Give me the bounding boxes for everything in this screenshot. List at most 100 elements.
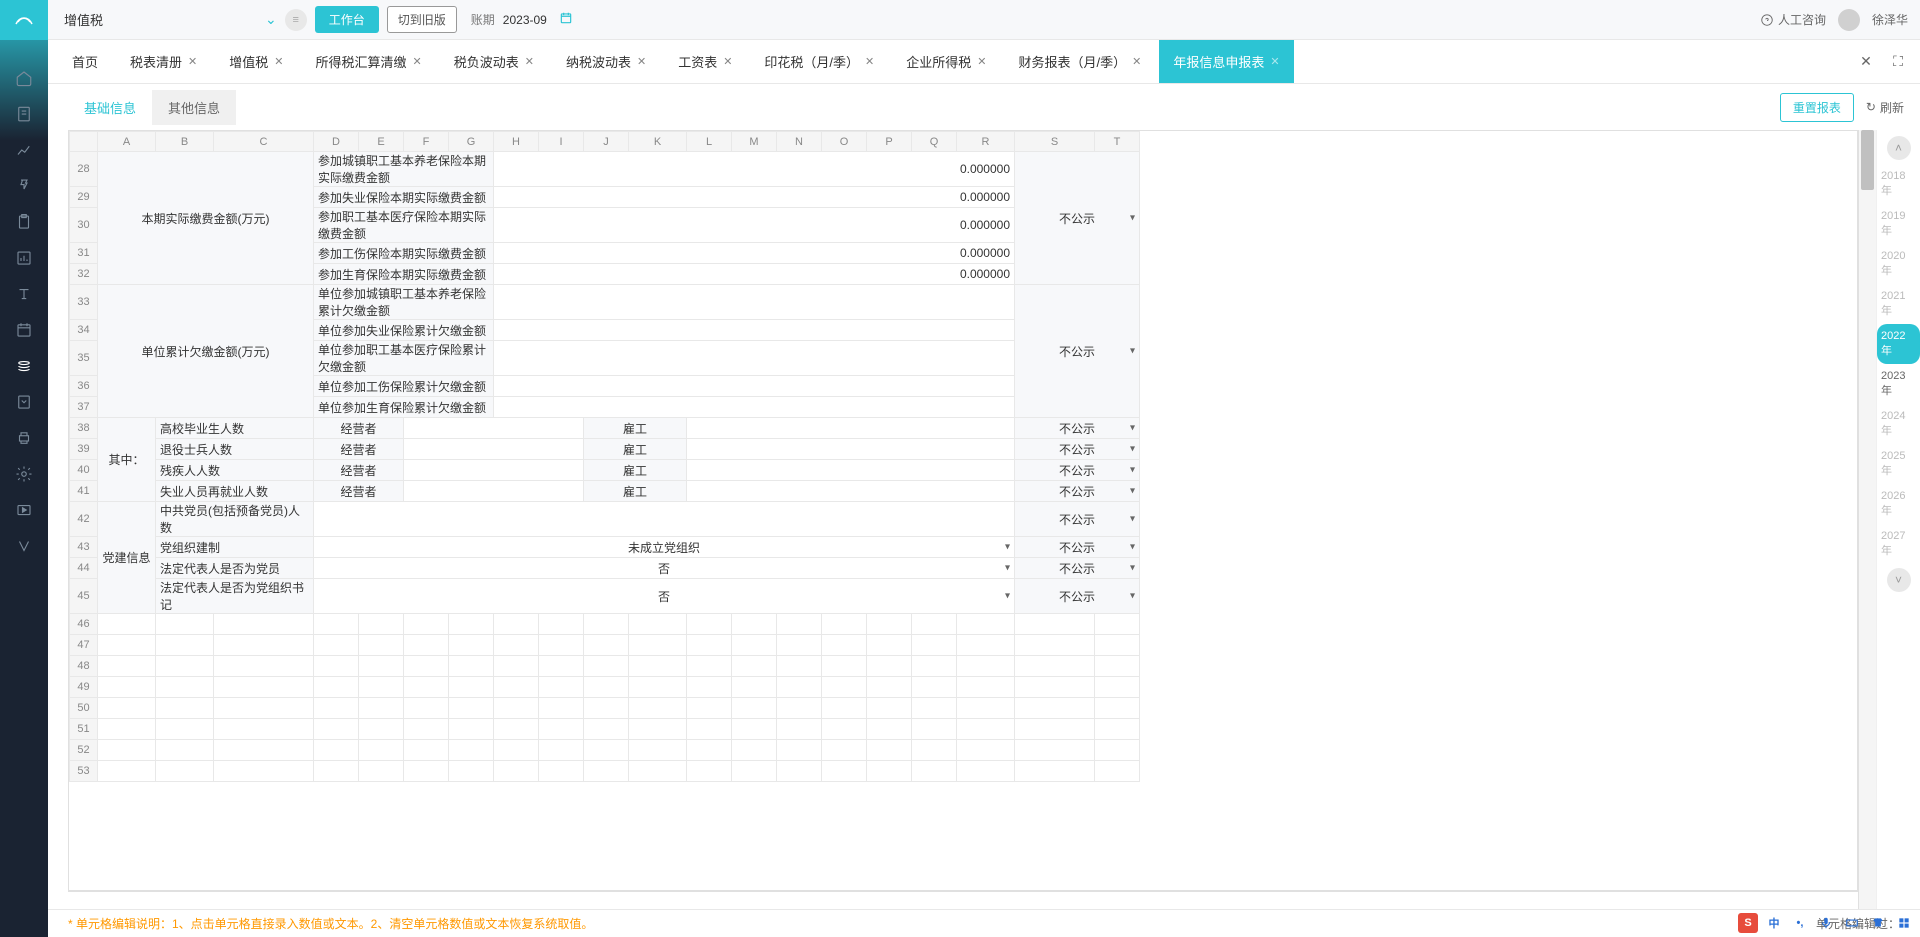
tab[interactable]: 首页 [58,40,112,84]
empty-cell[interactable] [687,698,732,719]
not-public-select[interactable]: 不公示 [1015,481,1140,502]
tab[interactable]: 税表清册✕ [116,40,211,84]
close-all-tabs-button[interactable]: ✕ [1854,50,1878,74]
empty-cell[interactable] [449,698,494,719]
empty-cell[interactable] [98,656,156,677]
empty-cell[interactable] [629,719,687,740]
value-cell[interactable] [687,439,1015,460]
empty-cell[interactable] [539,614,584,635]
empty-cell[interactable] [732,656,777,677]
not-public-select[interactable]: 不公示 [1015,579,1140,614]
empty-cell[interactable] [1095,698,1140,719]
help-link[interactable]: 人工咨询 [1760,11,1826,28]
year-item[interactable]: 2020年 [1877,244,1920,284]
value-cell[interactable] [494,320,1015,341]
ime-keyboard-icon[interactable] [1842,913,1862,933]
empty-cell[interactable] [584,761,629,782]
empty-cell[interactable] [1095,677,1140,698]
empty-cell[interactable] [449,677,494,698]
year-item[interactable]: 2025年 [1877,444,1920,484]
empty-cell[interactable] [494,635,539,656]
tab[interactable]: 财务报表（月/季）✕ [1005,40,1156,84]
year-item[interactable]: 2021年 [1877,284,1920,324]
yesno-select[interactable]: 否 [314,558,1015,579]
vertical-scrollbar[interactable] [1858,130,1876,909]
year-down-button[interactable]: ˅ [1887,568,1911,592]
empty-cell[interactable] [687,740,732,761]
empty-cell[interactable] [494,761,539,782]
row-number[interactable]: 31 [70,243,98,264]
empty-cell[interactable] [912,656,957,677]
row-number[interactable]: 28 [70,152,98,187]
column-header[interactable]: N [777,132,822,152]
column-header[interactable]: J [584,132,629,152]
empty-cell[interactable] [732,740,777,761]
empty-cell[interactable] [584,740,629,761]
value-cell[interactable] [494,285,1015,320]
empty-cell[interactable] [404,698,449,719]
column-header[interactable]: K [629,132,687,152]
empty-cell[interactable] [629,635,687,656]
empty-cell[interactable] [912,635,957,656]
empty-cell[interactable] [1015,635,1095,656]
empty-cell[interactable] [494,656,539,677]
nav-tax-icon[interactable] [0,348,48,384]
yesno-select[interactable]: 否 [314,579,1015,614]
empty-cell[interactable] [359,635,404,656]
year-item[interactable]: 2022年 [1877,324,1920,364]
empty-cell[interactable] [156,761,214,782]
tab[interactable]: 纳税波动表✕ [552,40,660,84]
nav-settings-icon[interactable] [0,456,48,492]
empty-cell[interactable] [822,656,867,677]
column-header[interactable]: E [359,132,404,152]
empty-cell[interactable] [1015,719,1095,740]
ime-punct-icon[interactable]: •, [1790,913,1810,933]
empty-cell[interactable] [912,614,957,635]
year-item[interactable]: 2023年 [1877,364,1920,404]
column-header[interactable]: Q [912,132,957,152]
empty-cell[interactable] [539,740,584,761]
row-number[interactable]: 49 [70,677,98,698]
empty-cell[interactable] [314,635,359,656]
year-item[interactable]: 2026年 [1877,484,1920,524]
empty-cell[interactable] [867,719,912,740]
empty-cell[interactable] [629,740,687,761]
empty-cell[interactable] [912,761,957,782]
value-cell[interactable]: 0.000000 [494,187,1015,208]
empty-cell[interactable] [1095,656,1140,677]
nav-archive-icon[interactable] [0,384,48,420]
empty-cell[interactable] [98,614,156,635]
org-select[interactable]: 未成立党组织 [314,537,1015,558]
empty-cell[interactable] [867,740,912,761]
empty-cell[interactable] [359,677,404,698]
empty-cell[interactable] [777,677,822,698]
row-number[interactable]: 33 [70,285,98,320]
empty-cell[interactable] [732,677,777,698]
column-header[interactable]: H [494,132,539,152]
empty-cell[interactable] [867,635,912,656]
empty-cell[interactable] [359,740,404,761]
row-number[interactable]: 38 [70,418,98,439]
subtab[interactable]: 基础信息 [68,90,152,125]
column-header[interactable]: T [1095,132,1140,152]
row-number[interactable]: 53 [70,761,98,782]
empty-cell[interactable] [539,719,584,740]
not-public-select[interactable]: 不公示 [1015,439,1140,460]
empty-cell[interactable] [156,635,214,656]
empty-cell[interactable] [732,614,777,635]
not-public-select[interactable]: 不公示 [1015,460,1140,481]
value-cell[interactable] [314,502,1015,537]
empty-cell[interactable] [777,614,822,635]
empty-cell[interactable] [732,635,777,656]
empty-cell[interactable] [404,719,449,740]
row-number[interactable]: 46 [70,614,98,635]
empty-cell[interactable] [822,635,867,656]
ime-tool-icon[interactable] [1894,913,1914,933]
empty-cell[interactable] [314,698,359,719]
workbench-button[interactable]: 工作台 [315,6,379,33]
refresh-button[interactable]: ↻ 刷新 [1866,99,1904,116]
switch-old-button[interactable]: 切到旧版 [387,6,457,33]
empty-cell[interactable] [404,614,449,635]
empty-cell[interactable] [539,656,584,677]
year-item[interactable]: 2019年 [1877,204,1920,244]
